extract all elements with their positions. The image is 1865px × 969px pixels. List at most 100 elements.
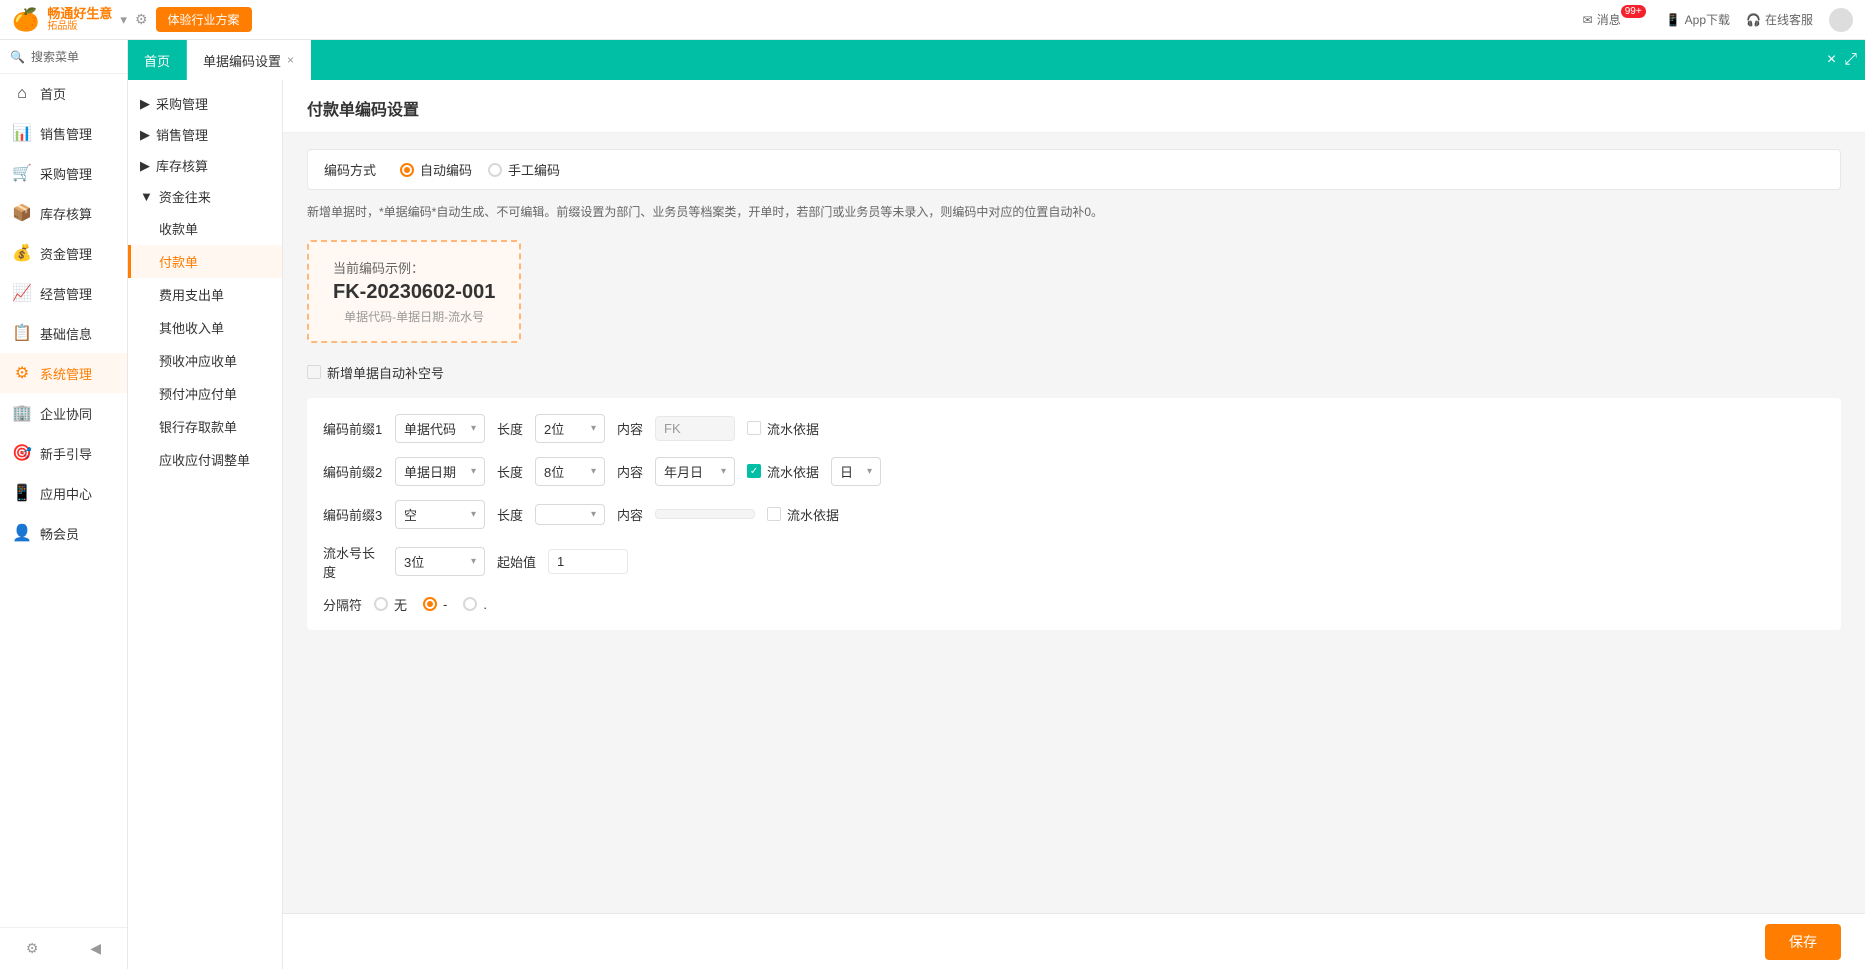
- sidebar-item-inventory[interactable]: 📦 库存核算: [0, 193, 127, 233]
- content1-label: 内容: [617, 419, 643, 438]
- sidebar-label-home: 首页: [40, 84, 66, 103]
- tab-home-label: 首页: [144, 51, 170, 70]
- sidebar-item-guide[interactable]: 🎯 新手引导: [0, 433, 127, 473]
- tab-settings[interactable]: 单据编码设置 ×: [187, 40, 311, 80]
- trial-button[interactable]: 体验行业方案: [156, 7, 252, 32]
- sub-item-bank-deposit[interactable]: 银行存取款单: [128, 410, 282, 443]
- sub-group-inventory-arrow: ▶: [140, 158, 150, 174]
- sub-group-inventory[interactable]: ▶ 库存核算: [128, 150, 282, 181]
- radio-manual[interactable]: 手工编码: [488, 160, 560, 179]
- sep-dot-option[interactable]: .: [463, 597, 487, 612]
- length2-select[interactable]: 8位 ▾: [535, 457, 605, 486]
- serial1-label: 流水依据: [767, 419, 819, 438]
- serial2-label: 流水依据: [767, 462, 819, 481]
- sub-group-sales-label: 销售管理: [156, 125, 208, 144]
- sub-item-arep-adj[interactable]: 应收应付调整单: [128, 443, 282, 476]
- app-download-btn[interactable]: 📱 App下载: [1666, 11, 1730, 28]
- serial2-select[interactable]: 日 ▾: [831, 457, 881, 486]
- tab-close-icon[interactable]: ×: [287, 53, 294, 67]
- online-service-btn[interactable]: 🎧 在线客服: [1746, 11, 1813, 28]
- separator-label: 分隔符: [323, 595, 362, 614]
- sub-item-arep-adj-label: 应收应付调整单: [159, 453, 250, 468]
- tab-home[interactable]: 首页: [128, 40, 187, 80]
- sub-item-receipt-label: 收款单: [159, 222, 198, 237]
- enterprise-icon: 🏢: [12, 403, 32, 423]
- bottom-bar: 保存: [283, 913, 1865, 969]
- prefix1-select[interactable]: 单据代码 ▾: [395, 414, 485, 443]
- preview-code: FK-20230602-001: [333, 281, 495, 304]
- length1-select[interactable]: 2位 ▾: [535, 414, 605, 443]
- settings-gear-icon[interactable]: ⚙: [135, 11, 148, 28]
- message-badge: 99+: [1621, 5, 1646, 18]
- sub-group-capital[interactable]: ▼ 资金往来: [128, 181, 282, 212]
- prefix2-label: 编码前缀2: [323, 462, 383, 481]
- tab-minimize-icon[interactable]: ×: [1827, 51, 1836, 69]
- serial2-select-value: 日: [840, 462, 853, 481]
- sidebar-collapse-icon[interactable]: ◀: [82, 936, 109, 961]
- app-label: App下载: [1685, 11, 1730, 28]
- sidebar-item-home[interactable]: ⌂ 首页: [0, 74, 127, 113]
- sub-item-prepay-receive[interactable]: 预收冲应收单: [128, 344, 282, 377]
- sep-dash-option[interactable]: -: [423, 597, 447, 612]
- search-menu[interactable]: 🔍 搜索菜单: [0, 40, 127, 74]
- sub-group-purchase[interactable]: ▶ 采购管理: [128, 88, 282, 119]
- serial2-checkbox[interactable]: [747, 464, 761, 478]
- sep-none-option[interactable]: 无: [374, 595, 407, 614]
- top-bar-right: ✉ 消息 99+ 📱 App下载 🎧 在线客服: [1583, 8, 1853, 32]
- content3-label: 内容: [617, 505, 643, 524]
- sidebar-label-enterprise: 企业协同: [40, 404, 92, 423]
- sidebar-item-finance[interactable]: 💰 资金管理: [0, 233, 127, 273]
- sidebar-label-basic: 基础信息: [40, 324, 92, 343]
- sidebar-item-apps[interactable]: 📱 应用中心: [0, 473, 127, 513]
- top-bar-left: 🍊 畅通好生意 拓品版 ▾ ⚙ 体验行业方案: [12, 6, 1583, 34]
- prefix1-value: 单据代码: [404, 419, 456, 438]
- sidebar-label-apps: 应用中心: [40, 484, 92, 503]
- sub-item-prepay-pay[interactable]: 预付冲应付单: [128, 377, 282, 410]
- sidebar-item-member[interactable]: 👤 畅会员: [0, 513, 127, 553]
- sub-item-payment[interactable]: 付款单: [128, 245, 282, 278]
- tab-expand-icon[interactable]: ⤢: [1844, 51, 1857, 69]
- sidebar-settings-icon[interactable]: ⚙: [18, 936, 47, 961]
- serial3-checkbox[interactable]: [767, 507, 781, 521]
- radio-auto[interactable]: 自动编码: [400, 160, 472, 179]
- sub-group-sales[interactable]: ▶ 销售管理: [128, 119, 282, 150]
- sub-item-expense[interactable]: 费用支出单: [128, 278, 282, 311]
- sub-group-inventory-label: 库存核算: [156, 156, 208, 175]
- sidebar-item-system[interactable]: ⚙ 系统管理: [0, 353, 127, 393]
- sub-group-purchase-arrow: ▶: [140, 96, 150, 112]
- serial-length-select[interactable]: 3位 ▾: [395, 547, 485, 576]
- auto-fill-checkbox[interactable]: [307, 365, 321, 379]
- dropdown-arrow[interactable]: ▾: [120, 12, 127, 28]
- start-value-input[interactable]: [548, 549, 628, 574]
- sidebar-item-basic[interactable]: 📋 基础信息: [0, 313, 127, 353]
- sep-dot-label: .: [483, 597, 487, 612]
- page-header: 付款单编码设置: [283, 80, 1865, 133]
- service-icon: 🎧: [1746, 13, 1761, 27]
- preview-label: 当前编码示例：: [333, 258, 495, 277]
- sidebar-bottom: ⚙ ◀: [0, 927, 127, 969]
- preview-box: 当前编码示例： FK-20230602-001 单据代码-单据日期-流水号: [307, 240, 521, 343]
- length1-label: 长度: [497, 419, 523, 438]
- encoding-mode-bar: 编码方式 自动编码 手工编码: [307, 149, 1841, 190]
- sub-item-receipt[interactable]: 收款单: [128, 212, 282, 245]
- sub-item-prepay-pay-label: 预付冲应付单: [159, 387, 237, 402]
- sidebar-label-sales: 销售管理: [40, 124, 92, 143]
- sidebar-item-operation[interactable]: 📈 经营管理: [0, 273, 127, 313]
- save-button[interactable]: 保存: [1765, 924, 1841, 960]
- sidebar-item-enterprise[interactable]: 🏢 企业协同: [0, 393, 127, 433]
- user-avatar[interactable]: [1829, 8, 1853, 32]
- sub-item-other-income[interactable]: 其他收入单: [128, 311, 282, 344]
- length3-select[interactable]: ▾: [535, 504, 605, 525]
- content2-select[interactable]: 年月日 ▾: [655, 457, 735, 486]
- sidebar-label-finance: 资金管理: [40, 244, 92, 263]
- length2-value: 8位: [544, 462, 564, 481]
- serial1-checkbox[interactable]: [747, 421, 761, 435]
- sub-item-payment-label: 付款单: [159, 255, 198, 270]
- sidebar-item-sales[interactable]: 📊 销售管理: [0, 113, 127, 153]
- info-text-content: 新增单据时，*单据编码*自动生成、不可编辑。前缀设置为部门、业务员等档案类，开单…: [307, 205, 1103, 219]
- message-btn[interactable]: ✉ 消息 99+: [1583, 11, 1650, 28]
- sidebar-item-purchase[interactable]: 🛒 采购管理: [0, 153, 127, 193]
- prefix2-select[interactable]: 单据日期 ▾: [395, 457, 485, 486]
- prefix3-select[interactable]: 空 ▾: [395, 500, 485, 529]
- sep-dash-circle: [423, 597, 437, 611]
